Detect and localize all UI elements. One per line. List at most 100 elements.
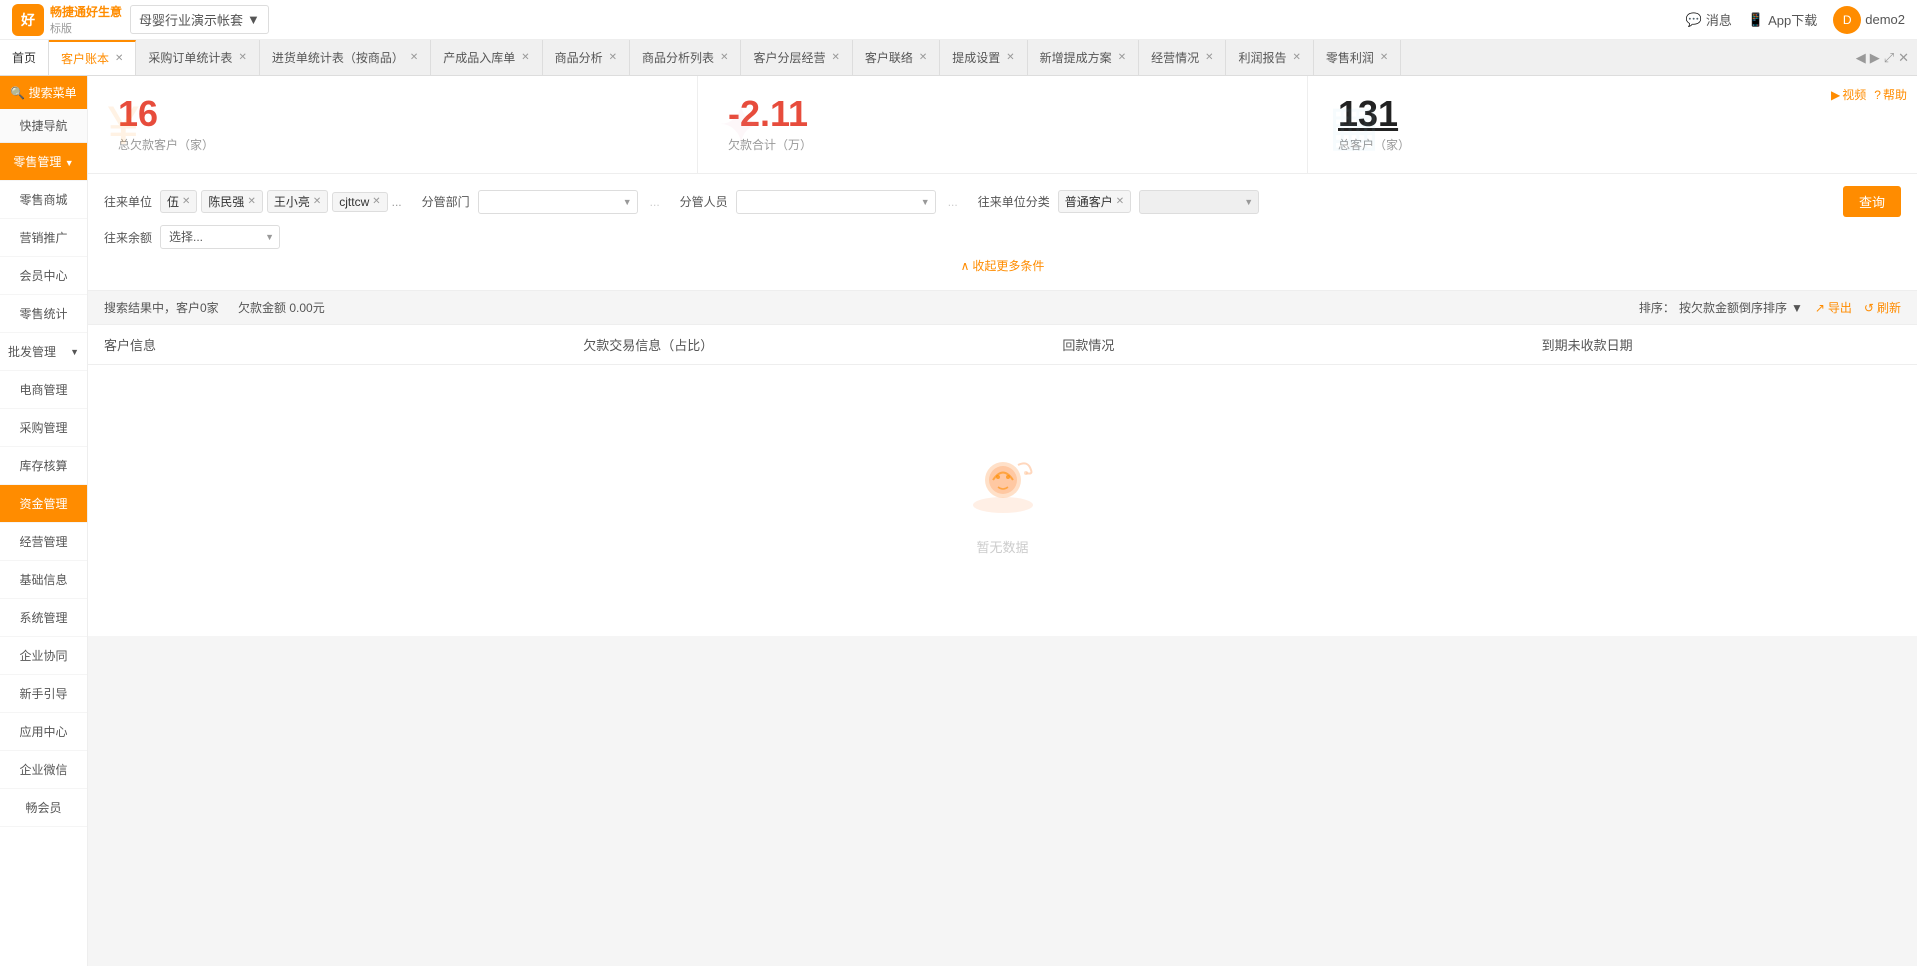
sidebar-item-retail[interactable]: 零售管理 ▼ — [0, 143, 87, 181]
remove-tag-wang[interactable]: ✕ — [313, 196, 321, 207]
tab-production[interactable]: 产成品入库单 ✕ — [431, 40, 542, 76]
chevron-down-icon: ▼ — [1791, 301, 1803, 315]
message-button[interactable]: 💬 消息 — [1686, 10, 1732, 29]
collapse-button[interactable]: ∧ 收起更多条件 — [961, 257, 1045, 274]
sort-selector[interactable]: 排序： 按欠款金额倒序排序 ▼ — [1639, 299, 1803, 316]
stat-label-amount: 欠款合计（万） — [728, 136, 1277, 153]
next-tab-icon[interactable]: ▶ — [1870, 50, 1880, 66]
tab-home[interactable]: 首页 — [0, 40, 49, 76]
tag-cjttcw[interactable]: cjttcw ✕ — [332, 192, 387, 212]
sidebar-item-finance[interactable]: 资金管理 — [0, 485, 87, 523]
stat-value-customers: 16 — [118, 96, 667, 132]
close-icon[interactable]: ✕ — [238, 52, 246, 63]
tab-commission[interactable]: 提成设置 ✕ — [940, 40, 1027, 76]
tag-chen[interactable]: 陈民强 ✕ — [201, 190, 262, 213]
tab-goods-list[interactable]: 商品分析列表 ✕ — [630, 40, 741, 76]
tab-purchase-order[interactable]: 采购订单统计表 ✕ — [136, 40, 259, 76]
sidebar-quick-nav[interactable]: 快捷导航 — [0, 109, 87, 143]
top-bar: 好 畅捷通好生意 标版 母婴行业演示帐套 ▼ 💬 消息 📱 App下载 D de… — [0, 0, 1917, 40]
filter-row-2: 往来余额 选择... — [104, 225, 1901, 249]
tab-goods-analysis[interactable]: 商品分析 ✕ — [543, 40, 630, 76]
tab-operation[interactable]: 经营情况 ✕ — [1139, 40, 1226, 76]
results-bar: 搜索结果中，客户0家 欠款金额 0.00元 排序： 按欠款金额倒序排序 ▼ ↗ … — [88, 291, 1917, 325]
close-icon[interactable]: ✕ — [919, 52, 927, 63]
remove-class-tag[interactable]: ✕ — [1116, 196, 1124, 207]
sidebar-item-purchase[interactable]: 采购管理 — [0, 409, 87, 447]
close-icon[interactable]: ✕ — [521, 52, 529, 63]
tab-profit[interactable]: 利润报告 ✕ — [1226, 40, 1313, 76]
close-icon[interactable]: ✕ — [609, 52, 617, 63]
refresh-button[interactable]: ↺ 刷新 — [1864, 299, 1901, 316]
remove-tag-wu[interactable]: ✕ — [182, 196, 190, 207]
data-table: 客户信息 欠款交易信息（占比） 回款情况 到期未收款日期 暂无数据 — [88, 325, 1917, 636]
stat-bg-building: ▦ — [1328, 93, 1380, 157]
tag-normal-customer[interactable]: 普通客户 ✕ — [1058, 190, 1131, 213]
close-all-icon[interactable]: ✕ — [1898, 50, 1909, 66]
more-tags-button[interactable]: ... — [392, 195, 402, 209]
close-icon[interactable]: ✕ — [1205, 52, 1213, 63]
collapse-icon: ∧ — [961, 259, 970, 273]
arrow-icon: ▼ — [65, 158, 74, 168]
sidebar-item-wechat[interactable]: 企业微信 — [0, 751, 87, 789]
table-header: 客户信息 欠款交易信息（占比） 回款情况 到期未收款日期 — [88, 325, 1917, 365]
balance-selector[interactable]: 选择... — [160, 225, 280, 249]
sidebar-item-retail-stats[interactable]: 零售统计 — [0, 295, 87, 333]
sidebar-item-mall[interactable]: 零售商城 — [0, 181, 87, 219]
tab-customer-layer[interactable]: 客户分层经营 ✕ — [741, 40, 852, 76]
filter-row-1: 往来单位 伍 ✕ 陈民强 ✕ 王小亮 ✕ cjttcw — [104, 186, 1901, 217]
sidebar-item-member[interactable]: 会员中心 — [0, 257, 87, 295]
expand-icon[interactable]: ⤢ — [1884, 50, 1894, 66]
tab-retail-profit[interactable]: 零售利润 ✕ — [1314, 40, 1401, 76]
help-button[interactable]: ? 帮助 — [1874, 86, 1907, 103]
sidebar-item-cooperation[interactable]: 企业协同 — [0, 637, 87, 675]
sidebar-item-marketing[interactable]: 营销推广 — [0, 219, 87, 257]
tab-purchase-stats[interactable]: 进货单统计表（按商品） ✕ — [260, 40, 431, 76]
sidebar-item-ecommerce[interactable]: 电商管理 — [0, 371, 87, 409]
stat-value-total: 131 — [1338, 96, 1887, 132]
class-selector[interactable] — [1139, 190, 1259, 214]
export-button[interactable]: ↗ 导出 — [1815, 299, 1852, 316]
dept-more-icon: ... — [650, 195, 660, 209]
sidebar-item-basic[interactable]: 基础信息 — [0, 561, 87, 599]
close-icon[interactable]: ✕ — [1380, 52, 1388, 63]
tag-wang[interactable]: 王小亮 ✕ — [267, 190, 328, 213]
remove-tag-chen[interactable]: ✕ — [247, 196, 255, 207]
top-bar-left: 好 畅捷通好生意 标版 母婴行业演示帐套 ▼ — [12, 3, 269, 36]
stat-label-customers: 总欠款客户（家） — [118, 136, 667, 153]
sidebar-item-system[interactable]: 系统管理 — [0, 599, 87, 637]
tab-customer-contact[interactable]: 客户联络 ✕ — [853, 40, 940, 76]
app-download-button[interactable]: 📱 App下载 — [1748, 10, 1817, 29]
tag-wu[interactable]: 伍 ✕ — [160, 190, 197, 213]
close-icon[interactable]: ✕ — [1293, 52, 1301, 63]
person-selector[interactable] — [736, 190, 936, 214]
org-selector[interactable]: 母婴行业演示帐套 ▼ — [130, 5, 269, 34]
close-icon[interactable]: ✕ — [1118, 52, 1126, 63]
user-menu[interactable]: D demo2 — [1833, 6, 1905, 34]
sidebar-item-guide[interactable]: 新手引导 — [0, 675, 87, 713]
video-button[interactable]: ▶ 视频 — [1831, 86, 1866, 103]
prev-tab-icon[interactable]: ◀ — [1856, 50, 1866, 66]
sidebar-item-app[interactable]: 应用中心 — [0, 713, 87, 751]
stat-bg-yuan: ¥ — [108, 93, 139, 157]
dept-selector[interactable] — [478, 190, 638, 214]
sidebar-item-vip[interactable]: 畅会员 — [0, 789, 87, 827]
sidebar-search[interactable]: 🔍 搜索菜单 — [0, 76, 87, 109]
person-label: 分管人员 — [680, 193, 728, 210]
tab-customer-ledger[interactable]: 客户账本 ✕ — [49, 40, 136, 76]
remove-tag-cjttcw[interactable]: ✕ — [372, 196, 380, 207]
close-icon[interactable]: ✕ — [1006, 52, 1014, 63]
sidebar-item-wholesale[interactable]: 批发管理 ▼ — [0, 333, 87, 371]
message-icon: 💬 — [1686, 12, 1702, 28]
close-icon[interactable]: ✕ — [115, 53, 123, 64]
close-icon[interactable]: ✕ — [831, 52, 839, 63]
logo-text: 畅捷通好生意 标版 — [50, 3, 122, 36]
query-button[interactable]: 查询 — [1843, 186, 1901, 217]
balance-label: 往来余额 — [104, 229, 152, 246]
sidebar-item-management[interactable]: 经营管理 — [0, 523, 87, 561]
person-more-icon: ... — [948, 195, 958, 209]
close-icon[interactable]: ✕ — [410, 52, 418, 63]
sidebar-item-inventory[interactable]: 库存核算 — [0, 447, 87, 485]
nav-tabs: 首页 客户账本 ✕ 采购订单统计表 ✕ 进货单统计表（按商品） ✕ 产成品入库单… — [0, 40, 1917, 76]
tab-add-commission[interactable]: 新增提成方案 ✕ — [1028, 40, 1139, 76]
close-icon[interactable]: ✕ — [720, 52, 728, 63]
